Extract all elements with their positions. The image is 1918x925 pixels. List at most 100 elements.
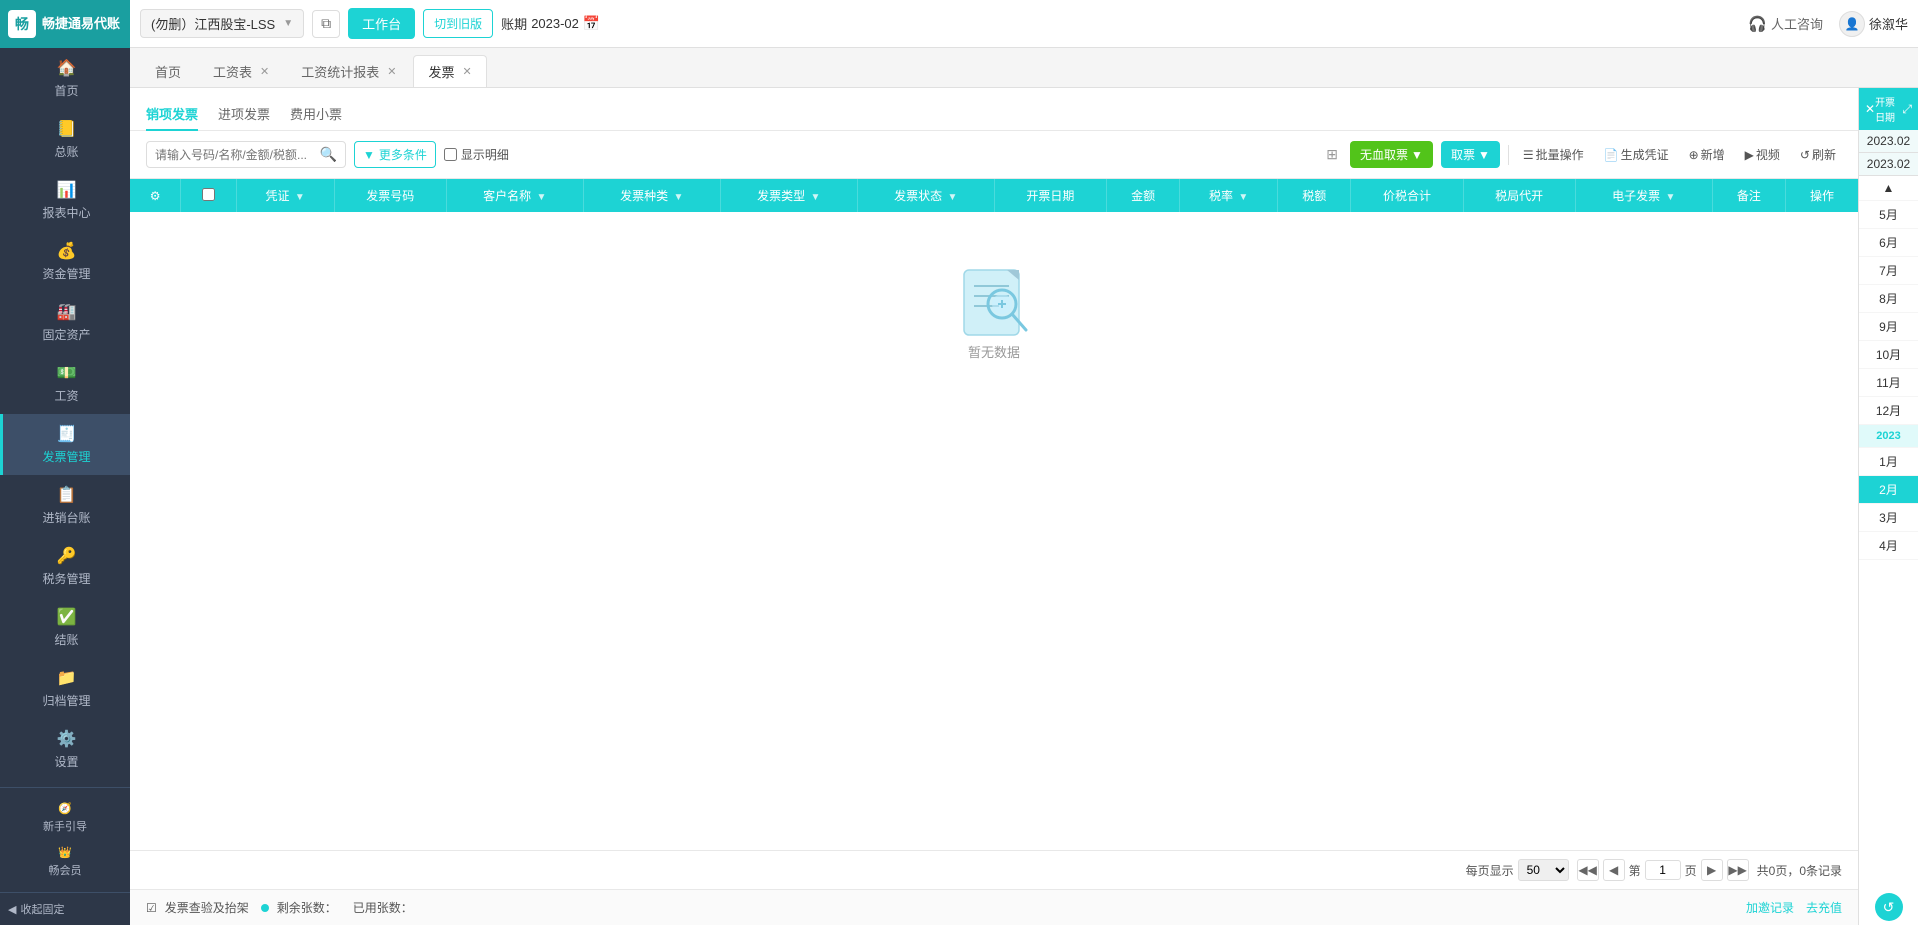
next-page-button[interactable]: ▶: [1701, 859, 1723, 881]
video-icon: ▶: [1745, 148, 1754, 162]
sidebar-item-settings[interactable]: ⚙️ 设置: [0, 719, 130, 780]
sidebar: 畅 畅捷通易代账 🏠 首页 📒 总账 📊 报表中心 💰 资金管理 🏭 固定资产 …: [0, 0, 130, 925]
status-dot: [261, 904, 269, 912]
sidebar-item-guide[interactable]: 🧭 新手引导: [8, 796, 122, 840]
rp-month-2022-11[interactable]: 11月: [1859, 369, 1918, 397]
rp-month-2022-10[interactable]: 10月: [1859, 341, 1918, 369]
sidebar-item-fixed-assets[interactable]: 🏭 固定资产: [0, 292, 130, 353]
rp-month-2022-09[interactable]: 9月: [1859, 313, 1918, 341]
payroll-icon: 💵: [57, 363, 77, 383]
rp-date-row-2[interactable]: 2023.02: [1859, 153, 1918, 176]
sub-tab-sales-invoice[interactable]: 销项发票: [146, 98, 198, 131]
video-button[interactable]: ▶ 视频: [1739, 142, 1786, 167]
th-checkbox[interactable]: [181, 179, 236, 212]
voucher-filter-icon[interactable]: ▼: [295, 192, 305, 203]
tab-invoice[interactable]: 发票 ✕: [413, 55, 486, 87]
rp-year-2023-label: 2023: [1859, 425, 1918, 448]
rp-close-icon[interactable]: ✕: [1865, 102, 1875, 116]
rp-month-2022-07[interactable]: 7月: [1859, 257, 1918, 285]
rp-month-2022-05[interactable]: 5月: [1859, 201, 1918, 229]
copy-icon: ⧉: [321, 15, 331, 32]
sub-tab-expense-receipt[interactable]: 费用小票: [290, 98, 342, 131]
sidebar-item-home[interactable]: 🏠 首页: [0, 48, 130, 109]
filter-button[interactable]: ▼ 更多条件: [354, 141, 436, 168]
rp-year-nav-up[interactable]: ▲: [1859, 176, 1918, 201]
search-input[interactable]: [155, 148, 320, 162]
tab-home-label: 首页: [155, 62, 181, 81]
tax-rate-filter-icon[interactable]: ▼: [1238, 192, 1248, 203]
rp-footer-action-btn[interactable]: ↺: [1875, 893, 1903, 921]
filter-label: 更多条件: [379, 146, 427, 163]
filter-icon: ▼: [363, 148, 375, 162]
invoice-status-filter-icon[interactable]: ▼: [948, 192, 958, 203]
service-button[interactable]: 🎧 人工咨询: [1748, 14, 1823, 33]
tab-payroll-stats-close[interactable]: ✕: [387, 65, 396, 78]
page-size-select: 每页显示 50 10 20 100: [1466, 859, 1569, 881]
rp-expand-icon[interactable]: ⤢: [1902, 102, 1912, 117]
tab-payroll-table[interactable]: 工资表 ✕: [198, 55, 284, 87]
sidebar-item-general-ledger[interactable]: 📒 总账: [0, 109, 130, 170]
old-version-button[interactable]: 切到旧版: [423, 9, 493, 38]
rp-date-row-1[interactable]: 2023.02: [1859, 130, 1918, 153]
sidebar-item-member[interactable]: 👑 畅会员: [8, 840, 122, 884]
invoice-category-filter-icon[interactable]: ▼: [811, 192, 821, 203]
take-button[interactable]: 取票 ▼: [1441, 141, 1500, 168]
th-settings[interactable]: ⚙: [130, 179, 181, 212]
rp-month-2023-02[interactable]: 2月: [1859, 476, 1918, 504]
first-page-button[interactable]: ◀◀: [1577, 859, 1599, 881]
sidebar-item-archive[interactable]: 📁 归档管理: [0, 658, 130, 719]
rp-month-2023-01[interactable]: 1月: [1859, 448, 1918, 476]
current-page-input[interactable]: [1645, 860, 1681, 880]
right-panel: ✕ 开票日期 ⤢ 2023.02 2023.02 ▲ 5月 6月: [1858, 88, 1918, 925]
sub-tab-purchase-invoice[interactable]: 进项发票: [218, 98, 270, 131]
tab-home[interactable]: 首页: [140, 55, 196, 87]
sidebar-item-funds[interactable]: 💰 资金管理: [0, 231, 130, 292]
rp-month-label: 6月: [1879, 234, 1898, 251]
rp-month-2022-12[interactable]: 12月: [1859, 397, 1918, 425]
select-all-checkbox[interactable]: [202, 188, 215, 201]
tab-payroll-stats[interactable]: 工资统计报表 ✕: [286, 55, 411, 87]
sidebar-toggle[interactable]: ◀ 收起固定: [0, 892, 130, 925]
user-menu[interactable]: 👤 徐溆华: [1839, 11, 1908, 37]
no-voucher-button[interactable]: 无血取票 ▼: [1350, 141, 1433, 168]
company-arrow-icon: ▼: [283, 18, 293, 29]
customer-filter-icon[interactable]: ▼: [537, 192, 547, 203]
sidebar-item-payroll[interactable]: 💵 工资: [0, 353, 130, 414]
gen-voucher-button[interactable]: 📄 生成凭证: [1598, 142, 1675, 167]
sidebar-item-invoice-mgmt[interactable]: 🧾 发票管理: [0, 414, 130, 475]
sidebar-item-closing[interactable]: ✅ 结账: [0, 597, 130, 658]
tab-payroll-stats-label: 工资统计报表: [301, 62, 379, 81]
invoice-type-filter-icon[interactable]: ▼: [674, 192, 684, 203]
rp-open-period-label: 开票日期: [1875, 94, 1902, 124]
add-account-link[interactable]: 加邀记录: [1746, 899, 1794, 916]
th-amount: 金额: [1107, 179, 1180, 212]
company-selector[interactable]: (勿删）江西股宝-LSS ▼: [140, 9, 304, 38]
footer-bar: ☑ 发票查验及抬架 剩余张数： 已用张数： 加邀记录 去充值: [130, 889, 1858, 925]
refresh-button[interactable]: ↺ 刷新: [1794, 142, 1842, 167]
page-size-dropdown[interactable]: 50 10 20 100: [1518, 859, 1569, 881]
sidebar-item-tax-mgmt[interactable]: 🔑 税务管理: [0, 536, 130, 597]
rp-month-2023-03[interactable]: 3月: [1859, 504, 1918, 532]
tab-payroll-table-close[interactable]: ✕: [260, 65, 269, 78]
go-right-link[interactable]: 去充值: [1806, 899, 1842, 916]
rp-month-label: 10月: [1876, 346, 1901, 363]
batch-ops-button[interactable]: ☰ 批量操作: [1517, 142, 1590, 167]
last-page-button[interactable]: ▶▶: [1727, 859, 1749, 881]
show-detail-checkbox[interactable]: [444, 148, 457, 161]
rp-month-label: 5月: [1879, 206, 1898, 223]
new-button[interactable]: ⊕ 新增: [1683, 142, 1731, 167]
rp-month-2022-06[interactable]: 6月: [1859, 229, 1918, 257]
workspace-button[interactable]: 工作台: [348, 8, 415, 39]
prev-page-button[interactable]: ◀: [1603, 859, 1625, 881]
sidebar-item-reports[interactable]: 📊 报表中心: [0, 170, 130, 231]
e-invoice-filter-icon[interactable]: ▼: [1665, 192, 1675, 203]
copy-button[interactable]: ⧉: [312, 10, 340, 38]
grid-view-icon[interactable]: ⊞: [1322, 142, 1342, 167]
archive-icon: 📁: [57, 668, 77, 688]
search-icon[interactable]: 🔍: [320, 146, 337, 163]
rp-month-2023-04[interactable]: 4月: [1859, 532, 1918, 560]
rp-month-2022-08[interactable]: 8月: [1859, 285, 1918, 313]
sidebar-item-sales-ledger[interactable]: 📋 进销台账: [0, 475, 130, 536]
tab-invoice-close[interactable]: ✕: [463, 65, 472, 78]
user-name: 徐溆华: [1869, 14, 1908, 33]
